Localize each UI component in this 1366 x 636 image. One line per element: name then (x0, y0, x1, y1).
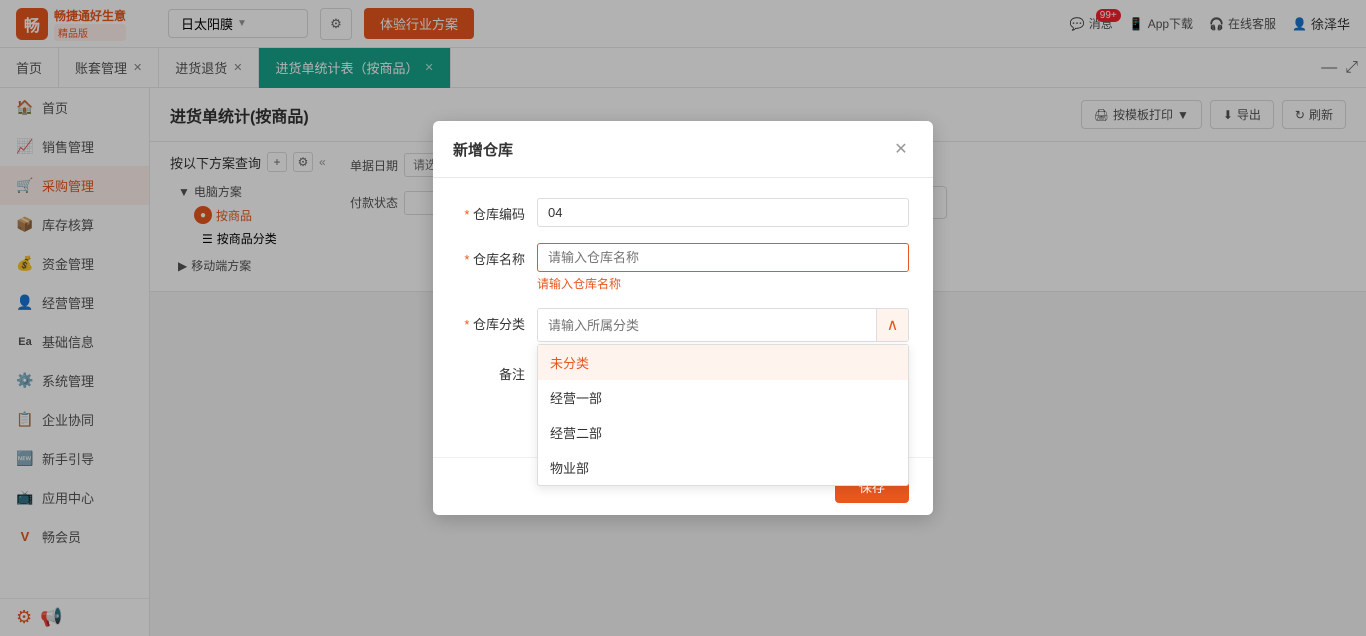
add-warehouse-modal: 新增仓库 ✕ * 仓库编码 * 仓库名称 (433, 121, 933, 515)
modal-header: 新增仓库 ✕ (433, 121, 933, 178)
warehouse-code-input[interactable] (537, 198, 909, 227)
category-arrow-icon[interactable]: ∧ (876, 309, 908, 341)
code-label: * 仓库编码 (457, 198, 537, 223)
modal-close-button[interactable]: ✕ (889, 137, 913, 161)
dropdown-item-property[interactable]: 物业部 (538, 450, 908, 485)
name-field-row: * 仓库名称 请输入仓库名称 (457, 243, 909, 292)
category-field-row: * 仓库分类 ∧ 未分类 经营一部 经营二部 物业部 (457, 308, 909, 342)
modal-body: * 仓库编码 * 仓库名称 请输入仓库名称 (433, 178, 933, 457)
name-error-message: 请输入仓库名称 (537, 275, 909, 292)
name-label: * 仓库名称 (457, 243, 537, 268)
category-select-row: ∧ (537, 308, 909, 342)
code-input-wrap (537, 198, 909, 227)
dropdown-item-uncategorized[interactable]: 未分类 (538, 345, 908, 380)
category-label: * 仓库分类 (457, 308, 537, 333)
warehouse-name-input[interactable] (537, 243, 909, 272)
remark-label: 备注 (457, 358, 537, 383)
code-field-row: * 仓库编码 (457, 198, 909, 227)
dropdown-item-ops2[interactable]: 经营二部 (538, 415, 908, 450)
dropdown-item-ops1[interactable]: 经营一部 (538, 380, 908, 415)
category-input[interactable] (538, 312, 876, 339)
category-dropdown: 未分类 经营一部 经营二部 物业部 (537, 344, 909, 486)
name-input-wrap: 请输入仓库名称 (537, 243, 909, 292)
category-input-wrap: ∧ 未分类 经营一部 经营二部 物业部 (537, 308, 909, 342)
modal-overlay[interactable]: 新增仓库 ✕ * 仓库编码 * 仓库名称 (0, 0, 1366, 636)
modal-title: 新增仓库 (453, 139, 513, 160)
